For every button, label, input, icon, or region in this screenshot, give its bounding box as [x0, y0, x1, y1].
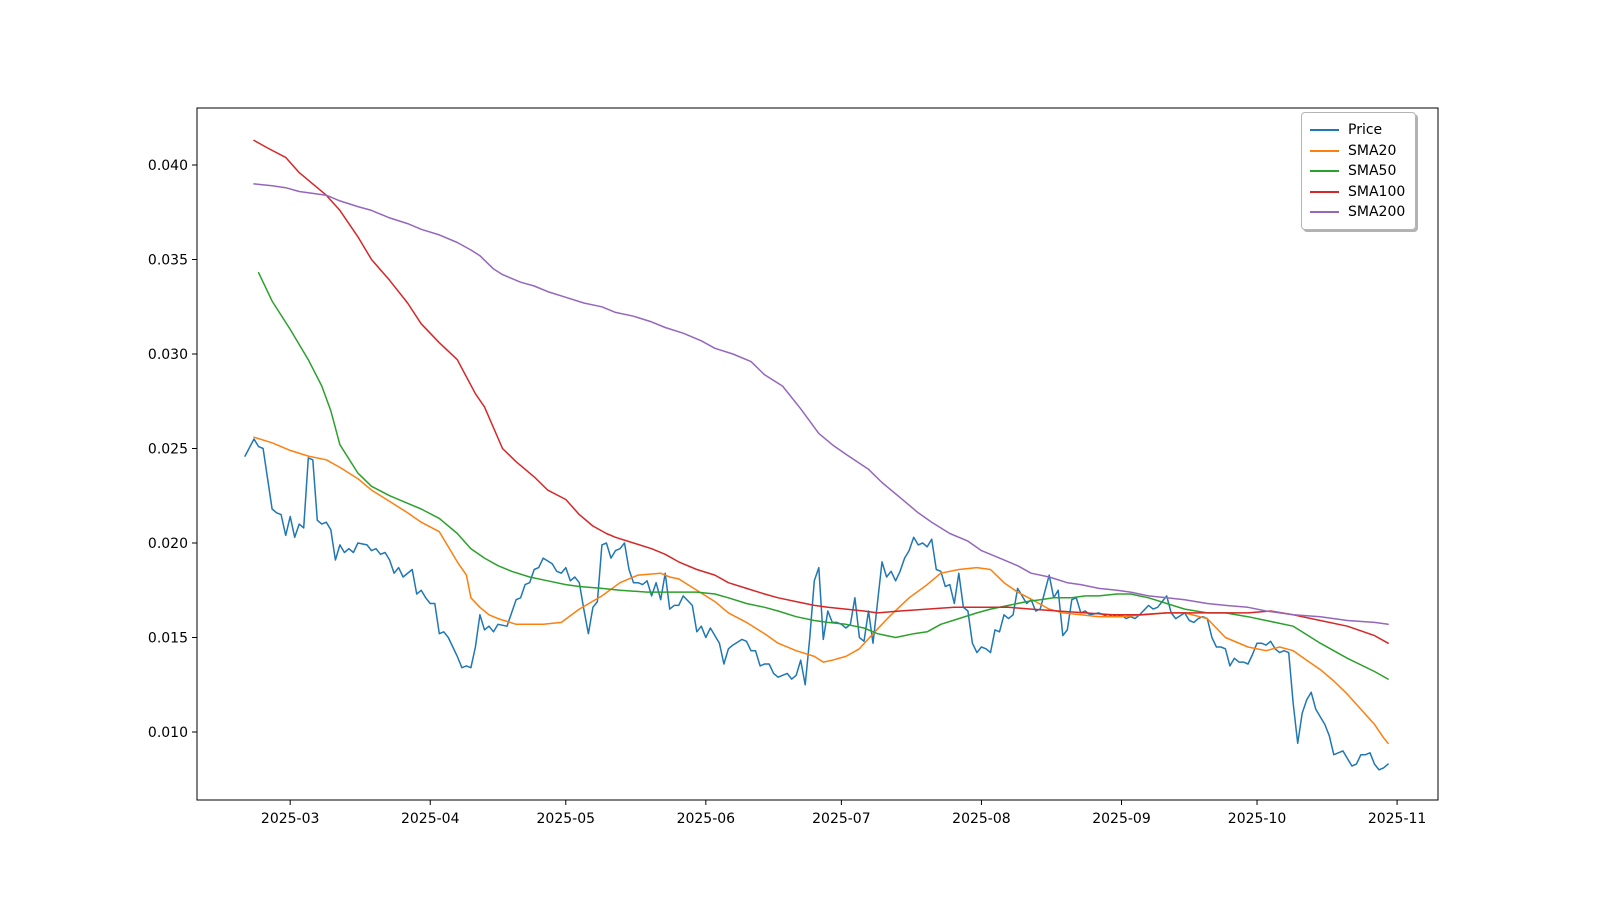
sma20-line	[253, 436, 1389, 745]
sma50-line	[257, 271, 1389, 680]
y-tick-label: 0.010	[148, 725, 188, 741]
legend-label: Price	[1348, 122, 1383, 139]
legend-item-sma20: SMA20	[1310, 141, 1405, 162]
legend-label: SMA100	[1348, 183, 1406, 200]
sma100-line	[253, 139, 1389, 644]
x-tick-label: 2025-07	[812, 811, 871, 827]
sma100-line-swatch	[1310, 190, 1339, 193]
sma200-line-swatch	[1310, 211, 1339, 214]
legend-box[interactable]: Price SMA20 SMA50 SMA100 SMA200	[1301, 112, 1417, 230]
x-tick-label: 2025-09	[1092, 811, 1151, 827]
sma20-line-swatch	[1310, 149, 1339, 152]
x-tick-label: 2025-05	[537, 811, 596, 827]
x-tick-label: 2025-03	[261, 811, 320, 827]
legend-item-sma50: SMA50	[1310, 161, 1405, 182]
legend-item-sma100: SMA100	[1310, 182, 1405, 203]
price-line-swatch	[1310, 129, 1339, 132]
y-tick-label: 0.015	[148, 631, 188, 647]
legend-label: SMA20	[1348, 142, 1397, 159]
x-tick-label: 2025-11	[1368, 811, 1427, 827]
legend-item-price: Price	[1310, 120, 1405, 141]
x-tick-label: 2025-06	[677, 811, 736, 827]
x-tick-label: 2025-10	[1228, 811, 1287, 827]
legend-label: SMA50	[1348, 163, 1397, 180]
y-tick-label: 0.020	[148, 536, 188, 552]
sma50-line-swatch	[1310, 170, 1339, 173]
y-tick-label: 0.040	[148, 158, 188, 174]
y-tick-label: 0.030	[148, 347, 188, 363]
plot-frame	[196, 107, 1439, 801]
sma200-line	[253, 183, 1389, 626]
x-tick-label: 2025-04	[401, 811, 460, 827]
x-tick-label: 2025-08	[952, 811, 1011, 827]
y-tick-label: 0.035	[148, 253, 188, 269]
legend-item-sma200: SMA200	[1310, 202, 1405, 223]
y-tick-label: 0.025	[148, 442, 188, 458]
figure-canvas: 2025-03 2025-04 2025-05 2025-06 2025-07 2025-…	[0, 0, 1600, 900]
legend-label: SMA200	[1348, 204, 1406, 221]
